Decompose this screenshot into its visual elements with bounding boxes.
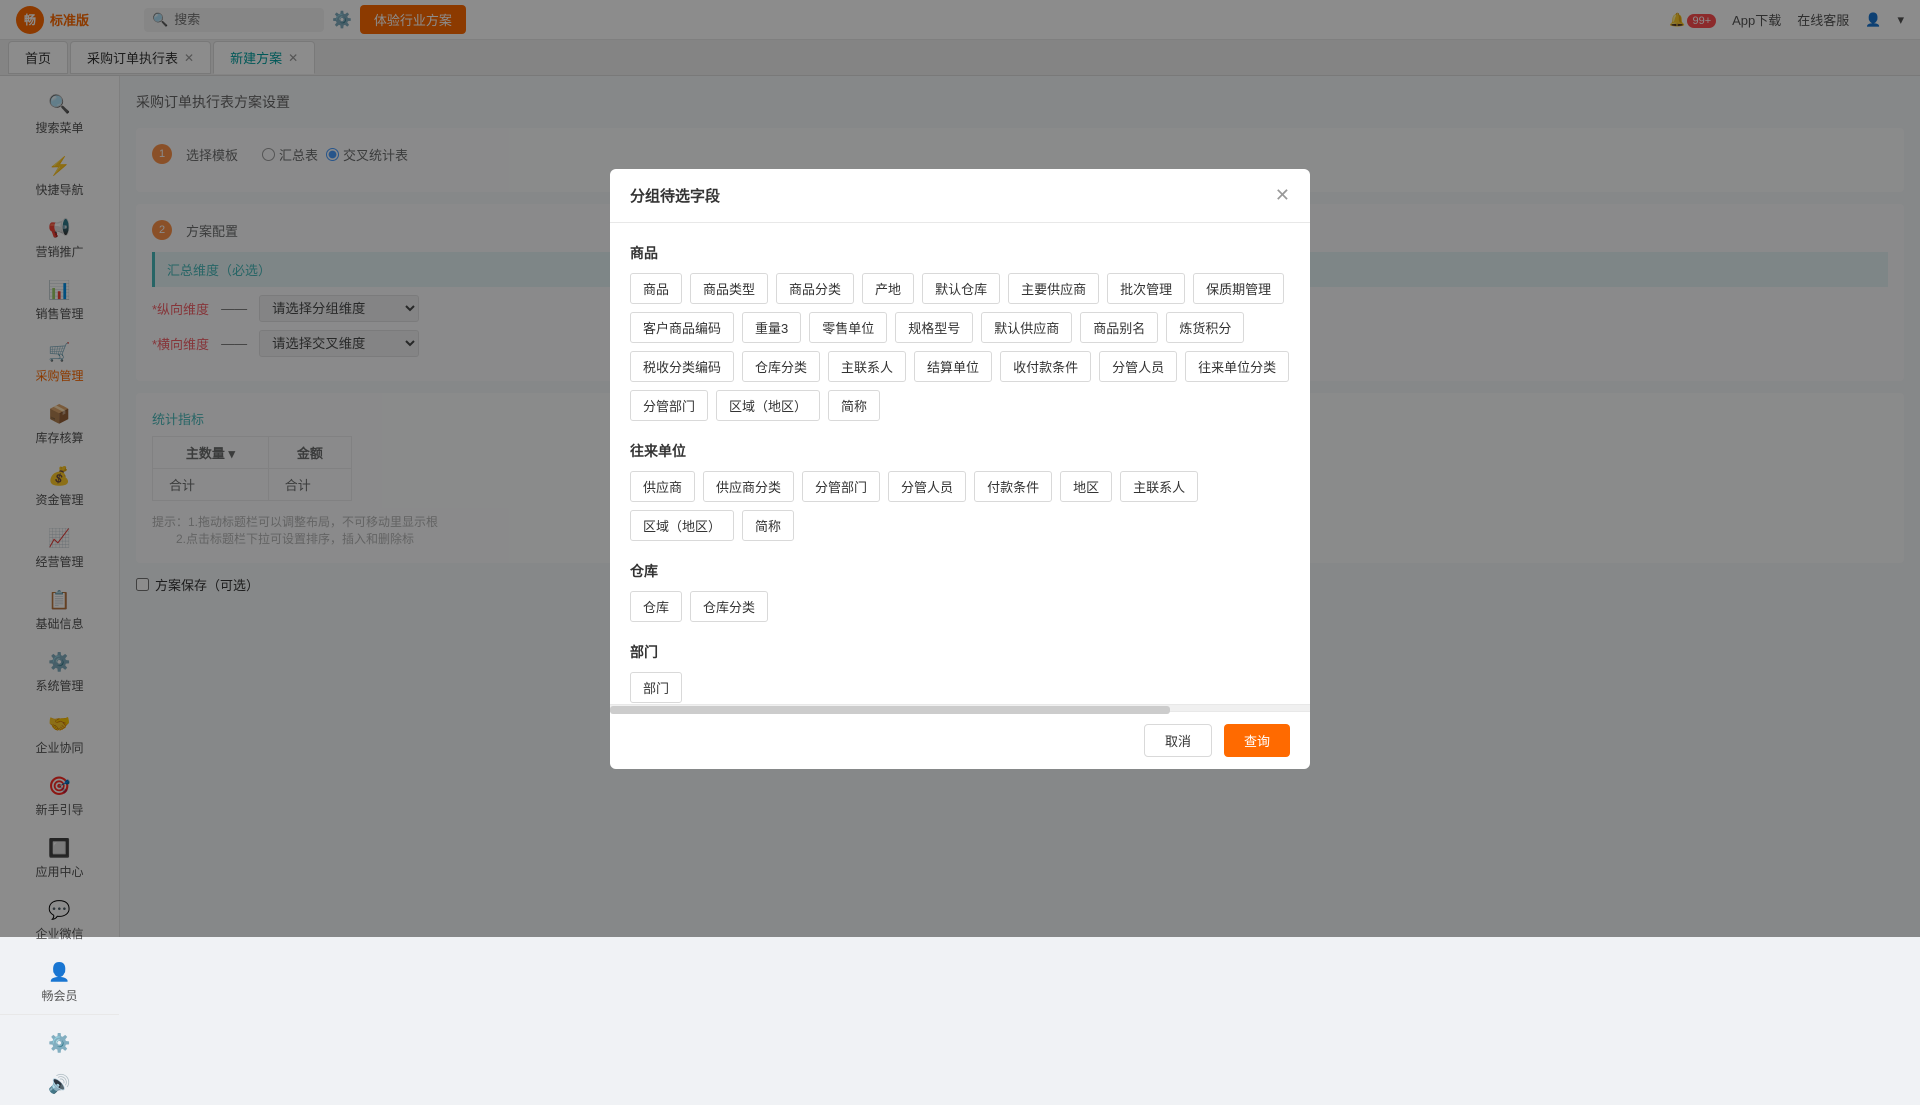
field-tag-1-4[interactable]: 付款条件 (974, 471, 1052, 502)
field-tag-0-17[interactable]: 主联系人 (828, 351, 906, 382)
sidebar-item-14[interactable]: 👤 畅会员 (0, 952, 119, 1014)
field-tag-2-0[interactable]: 仓库 (630, 591, 682, 622)
modal-body: 商品商品商品类型商品分类产地默认仓库主要供应商批次管理保质期管理客户商品编码重量… (610, 223, 1310, 704)
field-grid-0: 商品商品类型商品分类产地默认仓库主要供应商批次管理保质期管理客户商品编码重量3 零… (630, 273, 1290, 421)
confirm-button[interactable]: 查询 (1224, 724, 1290, 757)
field-tag-0-6[interactable]: 批次管理 (1107, 273, 1185, 304)
sidebar-bottom: ⚙️ 🔊 (0, 1014, 119, 1105)
field-tag-0-8[interactable]: 客户商品编码 (630, 312, 734, 343)
field-tag-0-2[interactable]: 商品分类 (776, 273, 854, 304)
field-tag-1-6[interactable]: 主联系人 (1120, 471, 1198, 502)
sidebar-label-14: 畅会员 (41, 987, 77, 1004)
field-tag-0-4[interactable]: 默认仓库 (922, 273, 1000, 304)
field-tag-0-19[interactable]: 收付款条件 (1000, 351, 1091, 382)
modal-scroll-thumb (610, 706, 1170, 714)
modal-close-button[interactable]: ✕ (1275, 185, 1290, 206)
field-tag-0-0[interactable]: 商品 (630, 273, 682, 304)
field-tag-0-16[interactable]: 仓库分类 (742, 351, 820, 382)
sidebar-settings[interactable]: ⚙️ (0, 1023, 119, 1064)
section-title-3: 部门 (630, 642, 1290, 662)
cancel-button[interactable]: 取消 (1144, 724, 1212, 757)
field-tag-0-23[interactable]: 区域（地区） (716, 390, 820, 421)
section-title-1: 往来单位 (630, 441, 1290, 461)
field-tag-0-12[interactable]: 默认供应商 (981, 312, 1072, 343)
field-tag-0-24[interactable]: 简称 (828, 390, 880, 421)
field-tag-0-13[interactable]: 商品别名 (1080, 312, 1158, 343)
field-tag-1-1[interactable]: 供应商分类 (703, 471, 794, 502)
field-grid-1: 供应商供应商分类分管部门分管人员付款条件地区主联系人区域（地区） 简称 (630, 471, 1290, 541)
audio-icon: 🔊 (48, 1074, 70, 1095)
modal-footer: 取消 查询 (610, 711, 1310, 769)
field-tag-0-21[interactable]: 往来单位分类 (1185, 351, 1289, 382)
section-title-0: 商品 (630, 243, 1290, 263)
field-tag-0-1[interactable]: 商品类型 (690, 273, 768, 304)
modal-overlay: 分组待选字段 ✕ 商品商品商品类型商品分类产地默认仓库主要供应商批次管理保质期管… (0, 0, 1920, 937)
modal-header: 分组待选字段 ✕ (610, 169, 1310, 223)
field-tag-0-18[interactable]: 结算单位 (914, 351, 992, 382)
field-tag-0-11[interactable]: 规格型号 (895, 312, 973, 343)
field-tag-0-14[interactable]: 炼货积分 (1166, 312, 1244, 343)
field-tag-1-5[interactable]: 地区 (1060, 471, 1112, 502)
field-tag-3-0[interactable]: 部门 (630, 672, 682, 703)
field-tag-1-0[interactable]: 供应商 (630, 471, 695, 502)
field-select-modal: 分组待选字段 ✕ 商品商品商品类型商品分类产地默认仓库主要供应商批次管理保质期管… (610, 169, 1310, 769)
field-tag-1-3[interactable]: 分管人员 (888, 471, 966, 502)
field-tag-0-7[interactable]: 保质期管理 (1193, 273, 1284, 304)
field-tag-0-10[interactable]: 零售单位 (809, 312, 887, 343)
modal-title: 分组待选字段 (630, 185, 720, 206)
field-tag-0-5[interactable]: 主要供应商 (1008, 273, 1099, 304)
sidebar-icon-14: 👤 (48, 962, 70, 983)
sidebar-audio[interactable]: 🔊 (0, 1064, 119, 1105)
field-grid-2: 仓库仓库分类 (630, 591, 1290, 622)
field-tag-0-22[interactable]: 分管部门 (630, 390, 708, 421)
field-tag-0-15[interactable]: 税收分类编码 (630, 351, 734, 382)
field-tag-0-20[interactable]: 分管人员 (1099, 351, 1177, 382)
field-tag-0-9[interactable]: 重量3 (742, 312, 801, 343)
field-tag-2-1[interactable]: 仓库分类 (690, 591, 768, 622)
settings-icon: ⚙️ (48, 1033, 70, 1054)
modal-horizontal-scrollbar[interactable] (610, 704, 1310, 711)
field-grid-3: 部门 (630, 672, 1290, 703)
field-tag-1-8[interactable]: 简称 (742, 510, 794, 541)
field-tag-1-2[interactable]: 分管部门 (802, 471, 880, 502)
field-tag-0-3[interactable]: 产地 (862, 273, 914, 304)
section-title-2: 仓库 (630, 561, 1290, 581)
field-tag-1-7[interactable]: 区域（地区） (630, 510, 734, 541)
